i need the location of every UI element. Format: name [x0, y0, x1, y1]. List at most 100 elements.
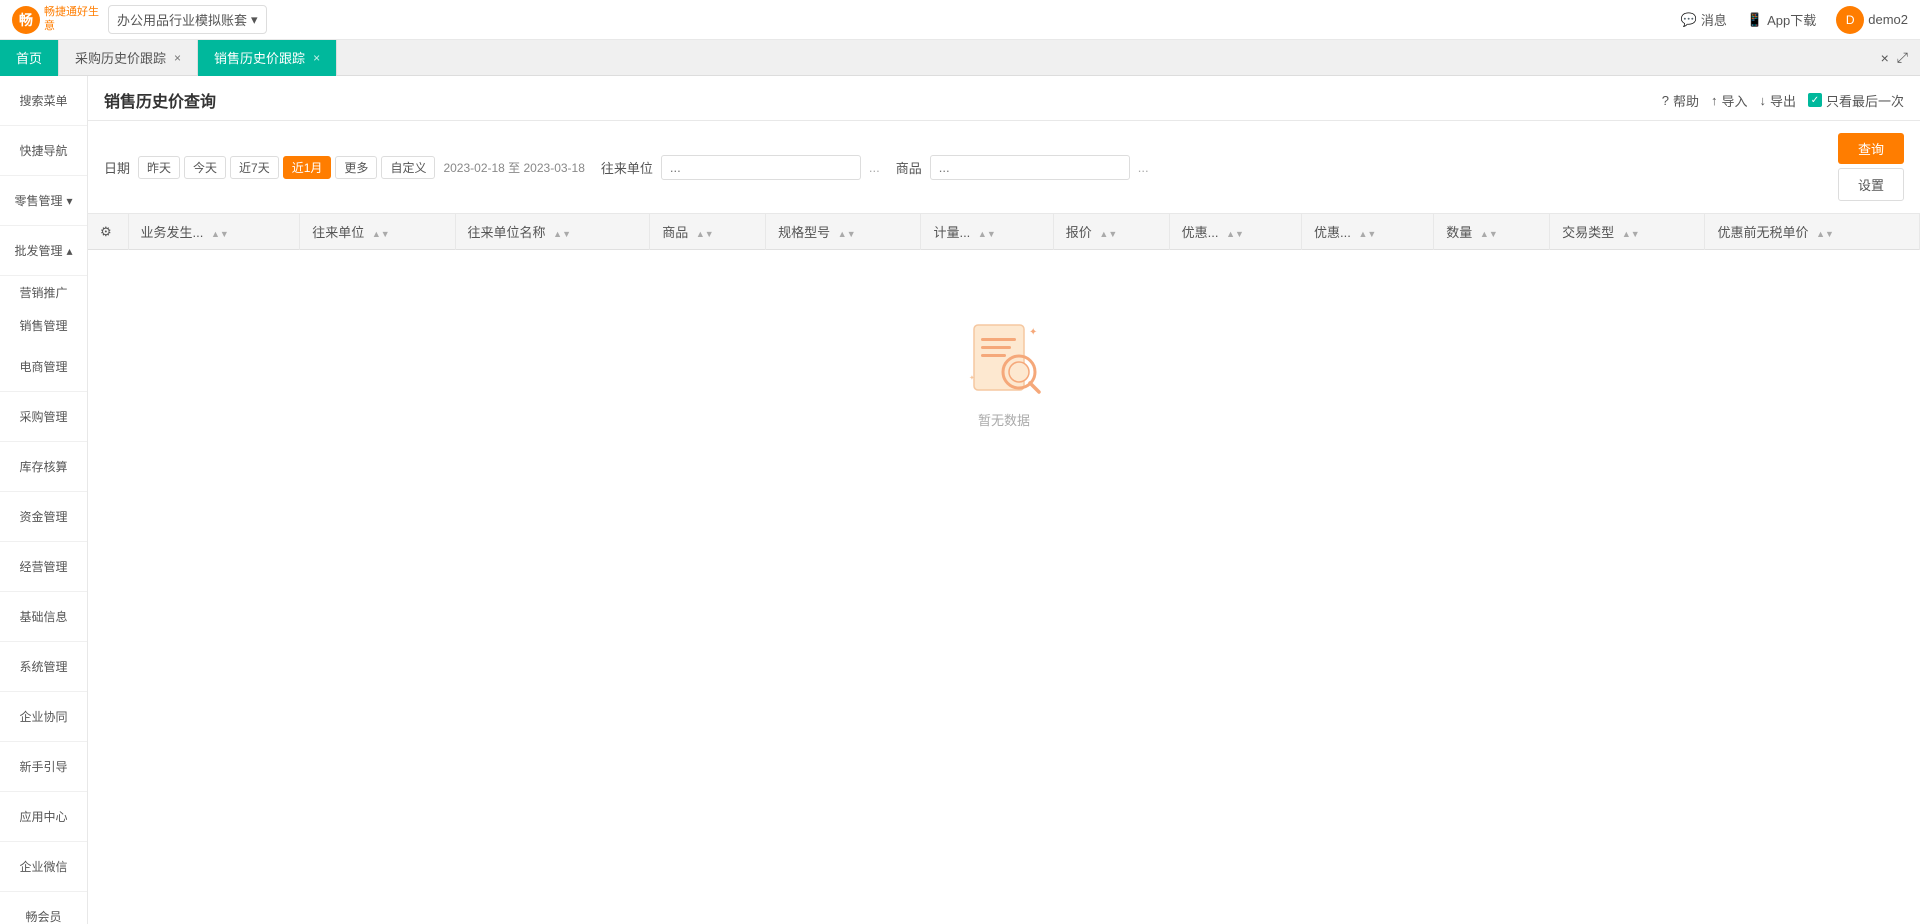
logo-area: 畅 畅捷通好生意	[12, 6, 100, 34]
th-biz-date[interactable]: 业务发生... ▲▼	[128, 214, 300, 250]
th-partner-name[interactable]: 往来单位名称 ▲▼	[455, 214, 650, 250]
page-content: 销售历史价查询 ? 帮助 ↑ 导入 ↓ 导出 ✓	[88, 76, 1920, 924]
date-filter-label: 日期	[104, 158, 130, 177]
sidebar-item-basic-info[interactable]: 基础信息	[0, 592, 87, 642]
tab-purchase-history[interactable]: 采购历史价跟踪 ×	[59, 40, 198, 76]
th-quoted-price[interactable]: 报价 ▲▼	[1053, 214, 1169, 250]
sidebar-item-wholesale-mgmt[interactable]: 批发管理 ▴	[0, 226, 87, 276]
top-header: 畅 畅捷通好生意 办公用品行业模拟账套 ▾ 💬 消息 📱 App下载 D dem…	[0, 0, 1920, 40]
th-unit[interactable]: 计量... ▲▼	[921, 214, 1053, 250]
date-btn-today[interactable]: 今天	[184, 156, 226, 179]
partner-dots: ...	[869, 160, 880, 175]
main-layout: 搜索菜单 快捷导航 零售管理 ▾ 批发管理 ▴ 营销推广 销售管理 电商管理 采…	[0, 76, 1920, 924]
sidebar-item-system-mgmt[interactable]: 系统管理	[0, 642, 87, 692]
content-area: 销售历史价查询 ? 帮助 ↑ 导入 ↓ 导出 ✓	[88, 76, 1920, 924]
sidebar-item-corp-wechat[interactable]: 企业微信	[0, 842, 87, 892]
empty-state-text: 暂无数据	[978, 410, 1030, 429]
sidebar-item-quick-nav[interactable]: 快捷导航	[0, 126, 87, 176]
tab-actions: × ⤢	[1869, 49, 1920, 66]
company-dropdown[interactable]: 办公用品行业模拟账套 ▾	[108, 5, 267, 34]
help-action[interactable]: ? 帮助	[1662, 91, 1699, 110]
product-dots: ...	[1138, 160, 1149, 175]
import-action[interactable]: ↑ 导入	[1711, 91, 1748, 110]
sort-icons-quantity: ▲▼	[1480, 229, 1498, 239]
wholesale-mgmt-label: 批发管理	[14, 242, 62, 259]
table-area: ⚙ 业务发生... ▲▼ 往来单位 ▲▼ 往来单位名称	[88, 214, 1920, 924]
sort-icons-trade-type: ▲▼	[1622, 229, 1640, 239]
sidebar-item-purchase-mgmt[interactable]: 采购管理	[0, 392, 87, 442]
date-btn-more[interactable]: 更多	[335, 156, 377, 179]
empty-illustration: ✦ ✦	[954, 310, 1054, 410]
sort-icons-pretax-price: ▲▼	[1816, 229, 1834, 239]
tab-home-label: 首页	[16, 48, 42, 67]
tab-sales-label: 销售历史价跟踪	[214, 48, 305, 67]
page-actions: ? 帮助 ↑ 导入 ↓ 导出 ✓ 只看最后一次	[1662, 91, 1904, 110]
table-header: ⚙ 业务发生... ▲▼ 往来单位 ▲▼ 往来单位名称	[88, 214, 1920, 250]
sidebar-item-finance-mgmt[interactable]: 资金管理	[0, 492, 87, 542]
maximize-button[interactable]: ⤢	[1897, 49, 1908, 66]
date-btn-last1month[interactable]: 近1月	[283, 156, 332, 179]
th-settings[interactable]: ⚙	[88, 214, 128, 250]
sort-icons-unit: ▲▼	[978, 229, 996, 239]
close-all-tabs-button[interactable]: ×	[1881, 50, 1889, 66]
sort-icons-quoted-price: ▲▼	[1099, 229, 1117, 239]
partner-filter-label: 往来单位	[601, 158, 653, 177]
sort-icons-product: ▲▼	[696, 229, 714, 239]
sidebar-item-member[interactable]: 畅会员	[0, 892, 87, 924]
sidebar-item-search-menu[interactable]: 搜索菜单	[0, 76, 87, 126]
message-action[interactable]: 💬 消息	[1681, 10, 1727, 29]
logo-icon: 畅	[12, 6, 40, 34]
sidebar-item-retail-mgmt[interactable]: 零售管理 ▾	[0, 176, 87, 226]
header-right: 💬 消息 📱 App下载 D demo2	[1681, 6, 1908, 34]
avatar: D	[1836, 6, 1864, 34]
th-quantity[interactable]: 数量 ▲▼	[1434, 214, 1550, 250]
tab-purchase-close[interactable]: ×	[174, 51, 181, 65]
date-btn-custom[interactable]: 自定义	[381, 156, 435, 179]
partner-filter-input[interactable]	[661, 155, 861, 180]
sort-icons-partner-name: ▲▼	[553, 229, 571, 239]
logo-text: 畅捷通好生意	[44, 6, 100, 32]
th-product[interactable]: 商品 ▲▼	[650, 214, 766, 250]
app-download-action[interactable]: 📱 App下载	[1747, 10, 1816, 29]
export-action[interactable]: ↓ 导出	[1759, 91, 1796, 110]
tab-sales-history[interactable]: 销售历史价跟踪 ×	[198, 40, 337, 76]
sidebar-sub-sales-mgmt[interactable]: 销售管理	[0, 309, 87, 342]
sidebar-item-app-center[interactable]: 应用中心	[0, 792, 87, 842]
date-range-display: 2023-02-18 至 2023-03-18	[443, 159, 584, 176]
sidebar-sub-marketing[interactable]: 营销推广	[0, 276, 87, 309]
wholesale-mgmt-arrow: ▴	[66, 244, 72, 258]
gear-icon: ⚙	[100, 224, 112, 239]
tab-home[interactable]: 首页	[0, 40, 59, 76]
settings-button[interactable]: 设置	[1838, 168, 1904, 201]
tab-sales-close[interactable]: ×	[313, 51, 320, 65]
page-header: 销售历史价查询 ? 帮助 ↑ 导入 ↓ 导出 ✓	[88, 76, 1920, 121]
user-menu[interactable]: D demo2	[1836, 6, 1908, 34]
th-pretax-price[interactable]: 优惠前无税单价 ▲▼	[1705, 214, 1920, 250]
product-filter-input[interactable]	[930, 155, 1130, 180]
th-partner-code[interactable]: 往来单位 ▲▼	[300, 214, 455, 250]
sidebar-item-corp-collab[interactable]: 企业协同	[0, 692, 87, 742]
th-spec[interactable]: 规格型号 ▲▼	[766, 214, 921, 250]
sort-icons-discount1: ▲▼	[1226, 229, 1244, 239]
th-trade-type[interactable]: 交易类型 ▲▼	[1550, 214, 1705, 250]
query-button[interactable]: 查询	[1838, 133, 1904, 164]
sidebar: 搜索菜单 快捷导航 零售管理 ▾ 批发管理 ▴ 营销推广 销售管理 电商管理 采…	[0, 76, 88, 924]
show-last-only-checkbox[interactable]: ✓	[1808, 93, 1822, 107]
tab-bar: 首页 采购历史价跟踪 × 销售历史价跟踪 × × ⤢	[0, 40, 1920, 76]
svg-text:✦: ✦	[1029, 327, 1037, 338]
date-buttons: 昨天 今天 近7天 近1月 更多 自定义	[138, 156, 435, 179]
date-btn-last7days[interactable]: 近7天	[230, 156, 279, 179]
date-btn-yesterday[interactable]: 昨天	[138, 156, 180, 179]
show-last-only-label[interactable]: ✓ 只看最后一次	[1808, 91, 1904, 110]
page-title: 销售历史价查询	[104, 88, 216, 112]
sidebar-item-new-guide[interactable]: 新手引导	[0, 742, 87, 792]
sidebar-item-ops-mgmt[interactable]: 经营管理	[0, 542, 87, 592]
download-icon: 📱	[1747, 12, 1763, 28]
sidebar-item-ecommerce-mgmt[interactable]: 电商管理	[0, 342, 87, 392]
th-discount2[interactable]: 优惠... ▲▼	[1301, 214, 1433, 250]
filter-btn-group: 查询 设置	[1838, 133, 1904, 201]
sidebar-item-inventory-calc[interactable]: 库存核算	[0, 442, 87, 492]
product-filter-group: 商品 ...	[896, 155, 1149, 180]
retail-mgmt-arrow: ▾	[66, 194, 72, 208]
th-discount1[interactable]: 优惠... ▲▼	[1169, 214, 1301, 250]
